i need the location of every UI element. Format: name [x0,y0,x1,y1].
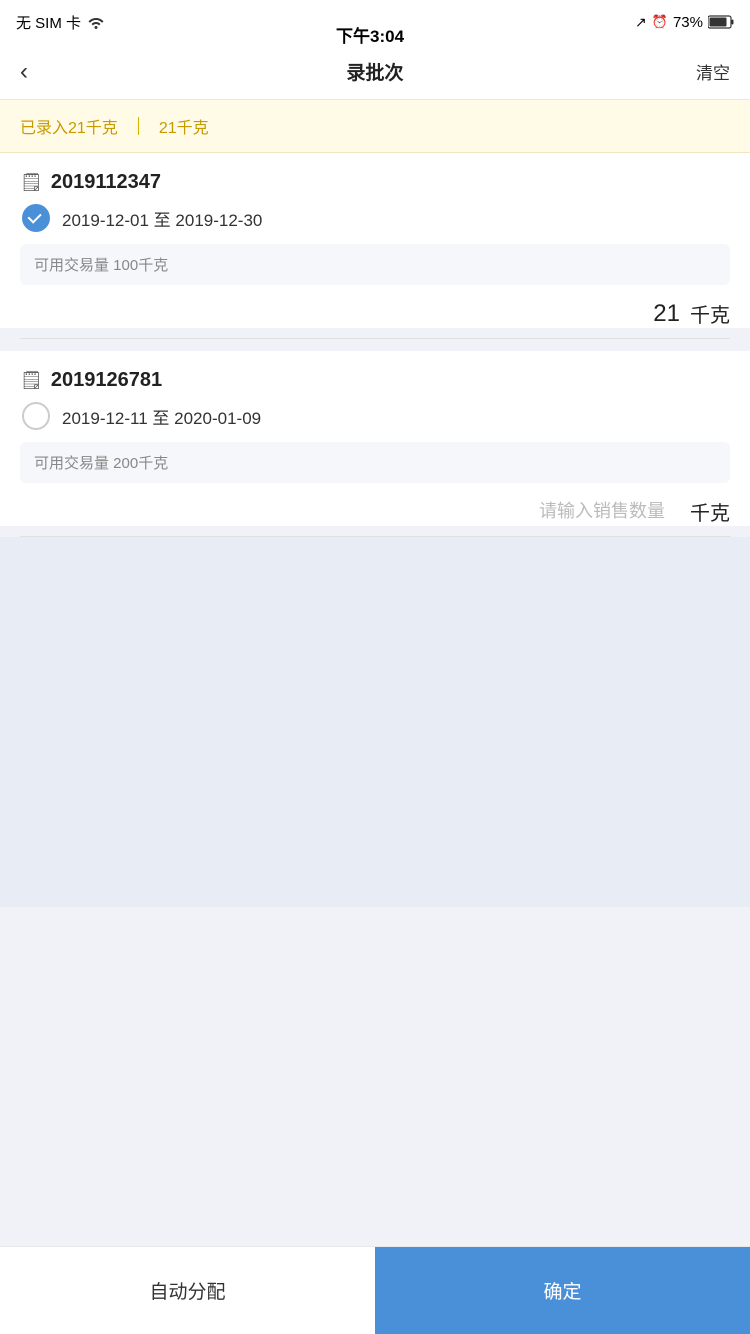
sim-text: 无 SIM 卡 [16,12,81,33]
batch2-radio[interactable] [22,402,50,430]
batch2-available-text: 可用交易量 200千克 [34,455,168,472]
batch1-id: 2019112347 [51,171,161,194]
footer: 自动分配 确定 [0,1246,750,1334]
recorded-value: 21千克 [159,114,209,138]
batch1-icon: 🗒 [20,172,43,193]
batch2-select-row[interactable]: 2019-12-11 至 2020-01-09 [20,402,730,430]
section-gap [0,339,750,351]
wifi-icon [87,15,105,29]
battery-text: 73% [673,14,703,31]
page-title: 录批次 [346,58,403,85]
nav-bar: ‹ 录批次 清空 [0,44,750,100]
batch1-header: 🗒 2019112347 [20,171,730,194]
clear-button[interactable]: 清空 [696,59,730,84]
batch2-date-range: 2019-12-11 至 2020-01-09 [62,404,261,429]
batch2-header: 🗒 2019126781 [20,369,730,392]
batch1-radio[interactable] [22,204,50,232]
back-button[interactable]: ‹ [20,58,28,86]
batch2-qty-row: 千克 [0,483,750,526]
batch1-card: 🗒 2019112347 2019-12-01 至 2019-12-30 可用交… [0,153,750,285]
batch2-card: 🗒 2019126781 2019-12-11 至 2020-01-09 可用交… [0,351,750,483]
batch2-qty-input[interactable] [480,501,680,522]
status-right: ↗ ⏰ 73% [635,14,734,31]
batch1-available-box: 可用交易量 100千克 [20,244,730,285]
batch2-available-box: 可用交易量 200千克 [20,442,730,483]
batch1-available-text: 可用交易量 100千克 [34,257,168,274]
batch2-icon: 🗒 [20,370,43,391]
alarm-icon: ⏰ [652,14,668,30]
auto-distribute-button[interactable]: 自动分配 [0,1247,375,1334]
batch1-select-row[interactable]: 2019-12-01 至 2019-12-30 [20,204,730,232]
location-icon: ↗ [635,14,647,31]
recorded-label: 已录入21千克 [20,114,118,138]
batch1-qty-value: 21 [653,300,680,328]
banner-divider [138,117,139,135]
confirm-button[interactable]: 确定 [375,1247,750,1334]
batch1-qty-unit: 千克 [690,299,730,328]
bottom-area [0,537,750,907]
batch1-qty-row: 21 千克 [0,285,750,328]
batch2-id: 2019126781 [51,369,162,392]
status-left: 无 SIM 卡 [16,12,105,33]
info-banner: 已录入21千克 21千克 [0,100,750,153]
battery-icon [708,15,734,29]
status-bar: 无 SIM 卡 下午3:04 ↗ ⏰ 73% [0,0,750,44]
batch1-date-range: 2019-12-01 至 2019-12-30 [62,206,262,231]
batch2-qty-unit: 千克 [690,497,730,526]
